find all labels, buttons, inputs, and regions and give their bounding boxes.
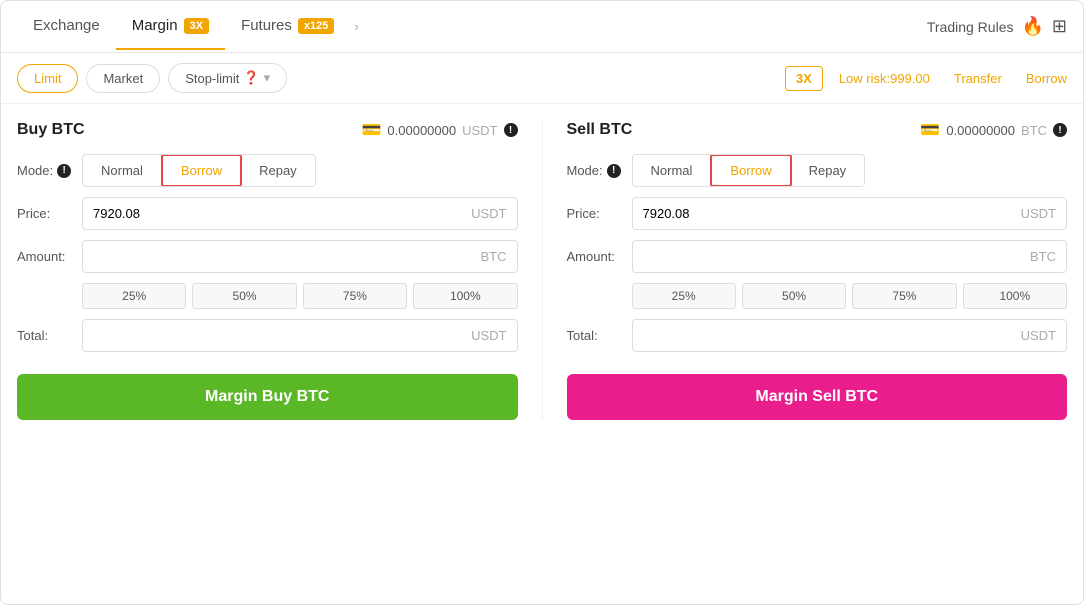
card-icon-sell: 💳 [920, 120, 940, 140]
buy-pct-100[interactable]: 100% [413, 283, 517, 309]
buy-mode-repay[interactable]: Repay [241, 155, 315, 186]
sell-mode-row: Mode: ! Normal Borrow Repay [567, 154, 1068, 187]
buy-amount-row: Amount: BTC [17, 240, 518, 273]
sell-total-label: Total: [567, 328, 632, 343]
sell-amount-input[interactable]: BTC [632, 240, 1068, 273]
stop-limit-button[interactable]: Stop-limit ❓ ▾ [168, 63, 287, 93]
stop-limit-label: Stop-limit [185, 71, 239, 86]
limit-button[interactable]: Limit [17, 64, 78, 93]
sell-pct-50[interactable]: 50% [742, 283, 846, 309]
sell-mode-label: Mode: ! [567, 163, 632, 178]
margin-buy-button[interactable]: Margin Buy BTC [17, 374, 518, 420]
buy-mode-label: Mode: ! [17, 163, 82, 178]
buy-panel-balance: 💳 0.00000000 USDT ! [362, 120, 518, 140]
sell-price-unit: USDT [1021, 206, 1056, 221]
buy-price-value: 7920.08 [93, 206, 140, 221]
risk-text: Low risk:999.00 [839, 71, 930, 86]
sell-price-value: 7920.08 [643, 206, 690, 221]
sell-panel-title: Sell BTC [567, 121, 633, 139]
order-bar: Limit Market Stop-limit ❓ ▾ 3X Low risk:… [1, 53, 1083, 104]
buy-mode-normal[interactable]: Normal [83, 155, 162, 186]
sell-total-unit: USDT [1021, 328, 1056, 343]
panel-divider [542, 120, 543, 420]
chevron-down-icon: ▾ [264, 70, 271, 86]
buy-pct-75[interactable]: 75% [303, 283, 407, 309]
question-icon: ❓ [243, 70, 259, 86]
sell-panel-header: Sell BTC 💳 0.00000000 BTC ! [567, 120, 1068, 140]
buy-amount-unit: BTC [481, 249, 507, 264]
futures-badge: x125 [298, 18, 334, 34]
sell-pct-row: 25% 50% 75% 100% [632, 283, 1068, 309]
fire-icon: 🔥 [1021, 16, 1043, 37]
transfer-link[interactable]: Transfer [954, 71, 1002, 86]
sell-mode-group: Normal Borrow Repay [632, 154, 866, 187]
buy-balance-unit: USDT [462, 123, 497, 138]
sell-panel: Sell BTC 💳 0.00000000 BTC ! Mode: ! Norm… [567, 120, 1068, 420]
sell-total-input[interactable]: USDT [632, 319, 1068, 352]
margin-sell-button[interactable]: Margin Sell BTC [567, 374, 1068, 420]
sell-pct-25[interactable]: 25% [632, 283, 736, 309]
nav-tab-exchange[interactable]: Exchange [17, 3, 116, 50]
calculator-icon[interactable]: ⊞ [1052, 16, 1067, 37]
buy-amount-input[interactable]: BTC [82, 240, 518, 273]
trading-panels: Buy BTC 💳 0.00000000 USDT ! Mode: ! Norm… [1, 104, 1083, 436]
futures-arrow: › [354, 19, 358, 34]
exchange-label: Exchange [33, 17, 100, 34]
warn-icon-sell: ! [1053, 123, 1067, 137]
mode-info-icon-buy: ! [57, 164, 71, 178]
buy-mode-row: Mode: ! Normal Borrow Repay [17, 154, 518, 187]
mode-info-icon-sell: ! [607, 164, 621, 178]
margin-label: Margin [132, 17, 178, 34]
sell-total-row: Total: USDT [567, 319, 1068, 352]
buy-balance-value: 0.00000000 [387, 123, 456, 138]
sell-balance-value: 0.00000000 [946, 123, 1015, 138]
sell-price-label: Price: [567, 206, 632, 221]
futures-label: Futures [241, 17, 292, 34]
warn-icon-buy: ! [504, 123, 518, 137]
sell-price-input[interactable]: 7920.08 USDT [632, 197, 1068, 230]
buy-price-label: Price: [17, 206, 82, 221]
sell-pct-75[interactable]: 75% [852, 283, 956, 309]
buy-total-input[interactable]: USDT [82, 319, 518, 352]
card-icon: 💳 [362, 120, 382, 140]
sell-mode-normal[interactable]: Normal [633, 155, 712, 186]
buy-price-unit: USDT [471, 206, 506, 221]
top-nav: Exchange Margin 3X Futures x125 › Tradin… [1, 1, 1083, 53]
buy-total-label: Total: [17, 328, 82, 343]
buy-pct-50[interactable]: 50% [192, 283, 296, 309]
buy-panel-title: Buy BTC [17, 121, 85, 139]
buy-mode-group: Normal Borrow Repay [82, 154, 316, 187]
nav-tab-margin[interactable]: Margin 3X [116, 3, 225, 50]
sell-price-row: Price: 7920.08 USDT [567, 197, 1068, 230]
sell-mode-borrow[interactable]: Borrow [710, 154, 791, 187]
buy-panel-header: Buy BTC 💳 0.00000000 USDT ! [17, 120, 518, 140]
buy-price-row: Price: 7920.08 USDT [17, 197, 518, 230]
buy-panel: Buy BTC 💳 0.00000000 USDT ! Mode: ! Norm… [17, 120, 518, 420]
buy-pct-row: 25% 50% 75% 100% [82, 283, 518, 309]
buy-mode-borrow[interactable]: Borrow [161, 154, 242, 187]
buy-total-row: Total: USDT [17, 319, 518, 352]
buy-total-unit: USDT [471, 328, 506, 343]
buy-pct-25[interactable]: 25% [82, 283, 186, 309]
sell-amount-label: Amount: [567, 249, 632, 264]
market-button[interactable]: Market [86, 64, 160, 93]
nav-tab-futures[interactable]: Futures x125 [225, 3, 350, 50]
margin-badge: 3X [184, 18, 209, 34]
leverage-box[interactable]: 3X [785, 66, 823, 91]
sell-balance-unit: BTC [1021, 123, 1047, 138]
sell-amount-unit: BTC [1030, 249, 1056, 264]
trading-rules[interactable]: Trading Rules 🔥 ⊞ [927, 16, 1067, 37]
trading-rules-label: Trading Rules [927, 19, 1014, 35]
sell-mode-repay[interactable]: Repay [791, 155, 865, 186]
sell-amount-row: Amount: BTC [567, 240, 1068, 273]
app-container: Exchange Margin 3X Futures x125 › Tradin… [0, 0, 1084, 605]
sell-pct-100[interactable]: 100% [963, 283, 1067, 309]
sell-panel-balance: 💳 0.00000000 BTC ! [920, 120, 1067, 140]
buy-price-input[interactable]: 7920.08 USDT [82, 197, 518, 230]
buy-amount-label: Amount: [17, 249, 82, 264]
borrow-link[interactable]: Borrow [1026, 71, 1067, 86]
